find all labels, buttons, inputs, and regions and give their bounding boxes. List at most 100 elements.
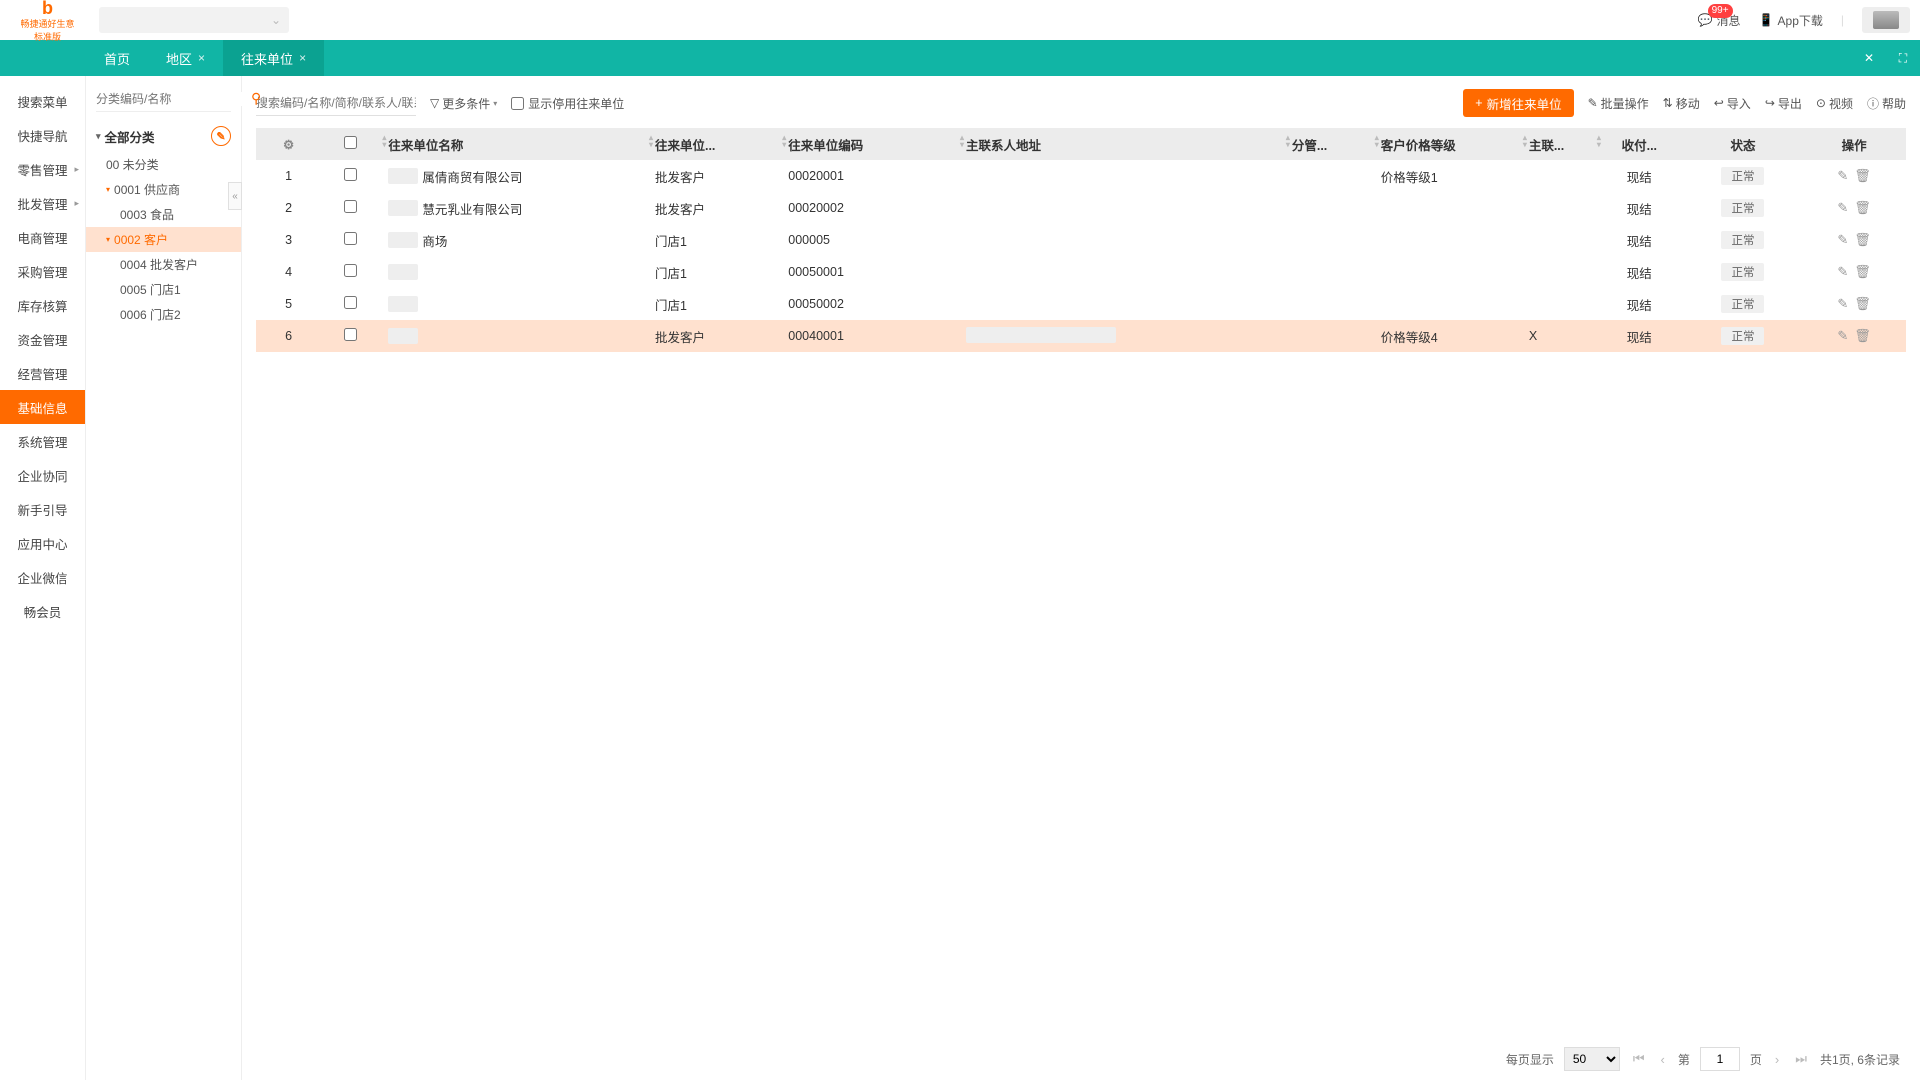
delete-icon[interactable]: 🗑 xyxy=(1854,296,1871,311)
select-all-checkbox[interactable] xyxy=(344,136,357,149)
user-avatar[interactable] xyxy=(1862,7,1910,33)
edit-icon[interactable]: ✎ xyxy=(1837,168,1848,183)
row-checkbox[interactable] xyxy=(344,264,357,277)
row-checkbox[interactable] xyxy=(344,328,357,341)
status-badge: 正常 xyxy=(1721,199,1764,217)
tab[interactable]: 首页 xyxy=(86,40,148,76)
tree-edit-button[interactable]: ✎ xyxy=(211,126,231,146)
table-row[interactable]: 1 属倩商贸有限公司 批发客户 00020001 价格等级1 现结 正常 ✎🗑 xyxy=(256,160,1906,192)
edit-icon[interactable]: ✎ xyxy=(1837,200,1848,215)
per-page-select[interactable]: 50 xyxy=(1564,1047,1620,1071)
search-input[interactable] xyxy=(256,96,416,110)
col-checkbox[interactable] xyxy=(321,128,380,160)
row-checkbox[interactable] xyxy=(344,200,357,213)
col-price[interactable]: ▴▾客户价格等级 xyxy=(1373,128,1521,160)
pager-next[interactable]: › xyxy=(1772,1052,1782,1067)
move-button[interactable]: ⇅移动 xyxy=(1663,95,1700,112)
cell-contact xyxy=(1521,160,1595,192)
table-row[interactable]: 4 门店1 00050001 现结 正常 ✎🗑 xyxy=(256,256,1906,288)
close-icon[interactable]: × xyxy=(299,51,306,65)
tree-search-input[interactable] xyxy=(96,92,251,106)
col-addr[interactable]: ▴▾主联系人地址 xyxy=(958,128,1284,160)
tree-node[interactable]: 0005 门店1 xyxy=(86,277,241,302)
sidebar-item[interactable]: 经营管理 xyxy=(0,356,85,390)
page-input[interactable] xyxy=(1700,1047,1740,1071)
delete-icon[interactable]: 🗑 xyxy=(1854,232,1871,247)
tree-root[interactable]: ▾ 全部分类 ✎ xyxy=(86,122,241,150)
divider: | xyxy=(1841,13,1844,27)
delete-icon[interactable]: 🗑 xyxy=(1854,200,1871,215)
sidebar-item[interactable]: 企业协同 xyxy=(0,458,85,492)
sidebar-item-label: 畅会员 xyxy=(24,602,62,621)
edit-icon[interactable]: ✎ xyxy=(1837,264,1848,279)
import-button[interactable]: ↩导入 xyxy=(1714,95,1751,112)
table-row[interactable]: 3 商场 门店1 000005 现结 正常 ✎🗑 xyxy=(256,224,1906,256)
sidebar-item[interactable]: 畅会员 xyxy=(0,594,85,628)
sidebar-item[interactable]: 企业微信 xyxy=(0,560,85,594)
row-checkbox[interactable] xyxy=(344,296,357,309)
sidebar-item[interactable]: 零售管理▸ xyxy=(0,152,85,186)
tab[interactable]: 地区× xyxy=(148,40,223,76)
tree-node[interactable]: ▾0002 客户 xyxy=(86,227,241,252)
table-row[interactable]: 2 慧元乳业有限公司 批发客户 00020002 现结 正常 ✎🗑 xyxy=(256,192,1906,224)
table-row[interactable]: 6 批发客户 00040001 价格等级4 X 现结 正常 ✎🗑 xyxy=(256,320,1906,352)
pager-first[interactable]: ⏮ xyxy=(1630,1051,1648,1067)
export-button[interactable]: ↪导出 xyxy=(1765,95,1802,112)
sidebar-item[interactable]: 搜索菜单 xyxy=(0,84,85,118)
col-gear[interactable]: ⚙ xyxy=(256,128,321,160)
tree-node[interactable]: 00 未分类 xyxy=(86,152,241,177)
col-mgr[interactable]: ▴▾分管... xyxy=(1284,128,1373,160)
sidebar-item[interactable]: 新手引导 xyxy=(0,492,85,526)
sidebar-item[interactable]: 采购管理 xyxy=(0,254,85,288)
cell-status: 正常 xyxy=(1684,288,1802,320)
col-type[interactable]: ▴▾往来单位... xyxy=(647,128,780,160)
tab[interactable]: 往来单位× xyxy=(223,40,324,76)
row-index: 5 xyxy=(256,288,321,320)
col-contact[interactable]: ▴▾主联... xyxy=(1521,128,1595,160)
tree-collapse-toggle[interactable]: « xyxy=(228,182,242,210)
close-all-tabs-button[interactable]: ✕ xyxy=(1852,40,1886,76)
close-icon: ✕ xyxy=(1864,51,1874,65)
app-download-button[interactable]: 📱 App下载 xyxy=(1759,12,1823,29)
sidebar-item[interactable]: 应用中心 xyxy=(0,526,85,560)
sidebar-item[interactable]: 快捷导航 xyxy=(0,118,85,152)
edit-icon[interactable]: ✎ xyxy=(1837,232,1848,247)
sidebar-item[interactable]: 电商管理 xyxy=(0,220,85,254)
search-icon[interactable]: ⚲ xyxy=(251,90,261,107)
sidebar-item[interactable]: 基础信息 xyxy=(0,390,85,424)
show-disabled-checkbox[interactable]: 显示停用往来单位 xyxy=(511,95,624,112)
batch-button[interactable]: ✎批量操作 xyxy=(1588,95,1649,112)
table-row[interactable]: 5 门店1 00050002 现结 正常 ✎🗑 xyxy=(256,288,1906,320)
row-checkbox[interactable] xyxy=(344,168,357,181)
delete-icon[interactable]: 🗑 xyxy=(1854,264,1871,279)
more-filters-button[interactable]: ▽ 更多条件 ▾ xyxy=(430,95,497,112)
edit-icon[interactable]: ✎ xyxy=(1837,328,1848,343)
video-button[interactable]: ⊙视频 xyxy=(1816,95,1853,112)
delete-icon[interactable]: 🗑 xyxy=(1854,168,1871,183)
edit-icon[interactable]: ✎ xyxy=(1837,296,1848,311)
pager-prev[interactable]: ‹ xyxy=(1658,1052,1668,1067)
tree-node[interactable]: 0006 门店2 xyxy=(86,302,241,327)
messages-badge: 99+ xyxy=(1708,4,1733,18)
col-name[interactable]: ▴▾往来单位名称 xyxy=(380,128,647,160)
tree-node[interactable]: 0004 批发客户 xyxy=(86,252,241,277)
row-checkbox[interactable] xyxy=(344,232,357,245)
messages-button[interactable]: 💬 消息 99+ xyxy=(1698,12,1741,29)
sidebar-item[interactable]: 批发管理▸ xyxy=(0,186,85,220)
add-new-button[interactable]: + 新增往来单位 xyxy=(1463,89,1573,117)
sidebar-item[interactable]: 系统管理 xyxy=(0,424,85,458)
help-button[interactable]: ⓘ帮助 xyxy=(1867,95,1906,112)
fullscreen-button[interactable]: ⛶ xyxy=(1886,40,1920,76)
tree-node[interactable]: ▾0001 供应商 xyxy=(86,177,241,202)
show-disabled-input[interactable] xyxy=(511,97,524,110)
col-code[interactable]: ▴▾往来单位编码 xyxy=(780,128,958,160)
sidebar-item[interactable]: 库存核算 xyxy=(0,288,85,322)
tree-node[interactable]: 0003 食品 xyxy=(86,202,241,227)
delete-icon[interactable]: 🗑 xyxy=(1854,328,1871,343)
sidebar-item[interactable]: 资金管理 xyxy=(0,322,85,356)
col-pay[interactable]: ▴▾收付... xyxy=(1595,128,1684,160)
close-icon[interactable]: × xyxy=(198,51,205,65)
tenant-select[interactable]: ⌄ xyxy=(99,7,289,33)
col-status[interactable]: 状态 xyxy=(1684,128,1802,160)
pager-last[interactable]: ⏭ xyxy=(1792,1051,1810,1067)
